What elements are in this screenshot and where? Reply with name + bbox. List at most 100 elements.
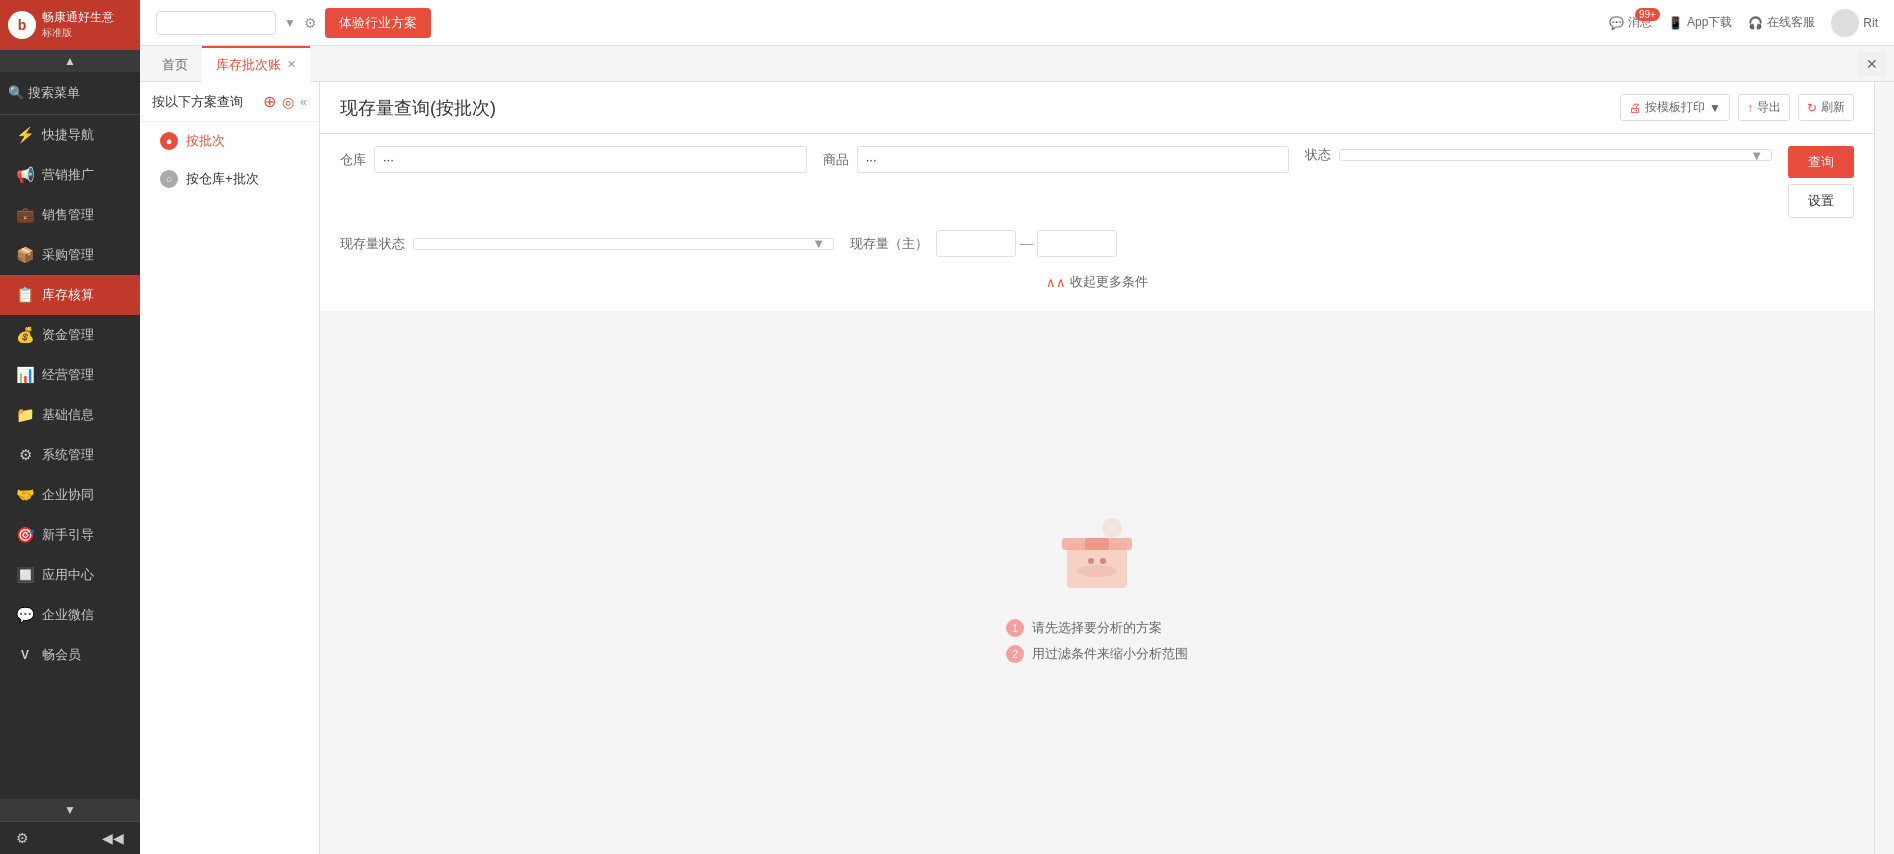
tab-inventory-batch[interactable]: 库存批次账 ✕ bbox=[202, 46, 310, 82]
warehouse-label: 仓库 bbox=[340, 151, 366, 169]
refresh-btn[interactable]: ↻ 刷新 bbox=[1798, 94, 1854, 121]
refresh-btn-label: 刷新 bbox=[1821, 99, 1845, 116]
empty-state: 1 请先选择要分析的方案 2 用过滤条件来缩小分析范围 bbox=[320, 312, 1874, 854]
inventory-status-dropdown[interactable]: ▼ bbox=[413, 238, 834, 250]
topbar-left: ▼ ⚙ 体验行业方案 bbox=[156, 8, 431, 38]
company-name: 畅康通好生意 bbox=[42, 10, 114, 26]
avatar bbox=[1831, 9, 1859, 37]
sidebar-item-operation[interactable]: 📊 经营管理 bbox=[0, 355, 140, 395]
export-btn[interactable]: ↑ 导出 bbox=[1738, 94, 1790, 121]
finance-icon: 💰 bbox=[16, 326, 34, 344]
headset-icon: 🎧 bbox=[1748, 16, 1763, 30]
product-input[interactable]: ··· bbox=[857, 146, 1290, 173]
tab-inventory-batch-label: 库存批次账 bbox=[216, 56, 281, 74]
operation-icon: 📊 bbox=[16, 366, 34, 384]
sidebar-brand: 畅康通好生意 标准版 bbox=[42, 10, 114, 40]
tab-close-icon[interactable]: ✕ bbox=[287, 58, 296, 71]
tab-home[interactable]: 首页 bbox=[148, 46, 202, 82]
status-filter-group: 状态 ▼ bbox=[1305, 146, 1772, 164]
app-download-action[interactable]: 📱 App下载 bbox=[1668, 14, 1732, 31]
left-panel-actions: ⊕ ◎ « bbox=[263, 92, 307, 111]
page-header: 现存量查询(按批次) 🖨 按模板打印 ▼ ↑ 导出 ↻ 刷新 bbox=[320, 82, 1874, 134]
quick-nav-icon: ⚡ bbox=[16, 126, 34, 144]
edition-label: 标准版 bbox=[42, 26, 114, 40]
sidebar-item-sales[interactable]: 💼 销售管理 bbox=[0, 195, 140, 235]
print-dropdown-icon: ▼ bbox=[1709, 101, 1721, 115]
svg-point-3 bbox=[1102, 518, 1122, 538]
sidebar-item-app-center[interactable]: 🔲 应用中心 bbox=[0, 555, 140, 595]
settings-btn[interactable]: 设置 bbox=[1788, 184, 1854, 218]
finance-label: 资金管理 bbox=[42, 326, 94, 344]
sidebar-item-new-user[interactable]: 🎯 新手引导 bbox=[0, 515, 140, 555]
status-dropdown[interactable]: ▼ bbox=[1339, 149, 1772, 161]
warehouse-dots: ··· bbox=[383, 152, 394, 167]
right-panel bbox=[1874, 82, 1894, 854]
sidebar-item-finance[interactable]: 💰 资金管理 bbox=[0, 315, 140, 355]
empty-tip-1: 1 请先选择要分析的方案 bbox=[1006, 619, 1188, 637]
close-panel-btn[interactable]: ✕ bbox=[1858, 52, 1886, 76]
sidebar-scroll-down[interactable]: ▼ bbox=[0, 799, 140, 821]
topbar: ▼ ⚙ 体验行业方案 💬 消息 99+ 📱 App下载 🎧 在线客服 Rit bbox=[140, 0, 1894, 46]
topbar-gear-icon[interactable]: ⚙ bbox=[304, 15, 317, 31]
left-panel-settings-icon[interactable]: ◎ bbox=[282, 94, 294, 110]
inventory-qty-filter-group: 现存量（主） — bbox=[850, 230, 1344, 257]
sidebar-item-marketing[interactable]: 📢 营销推广 bbox=[0, 155, 140, 195]
filter-row-1: 仓库 ··· 商品 ··· 状态 bbox=[340, 146, 1854, 218]
main-panel: 现存量查询(按批次) 🖨 按模板打印 ▼ ↑ 导出 ↻ 刷新 bbox=[320, 82, 1874, 854]
collapse-btn[interactable]: ∧∧ 收起更多条件 bbox=[340, 265, 1854, 299]
sidebar-item-purchase[interactable]: 📦 采购管理 bbox=[0, 235, 140, 275]
sidebar-item-quick-nav[interactable]: ⚡ 快捷导航 bbox=[0, 115, 140, 155]
new-user-label: 新手引导 bbox=[42, 526, 94, 544]
username-label: Rit bbox=[1863, 16, 1878, 30]
warehouse-input[interactable]: ··· bbox=[374, 146, 807, 173]
sidebar-item-enterprise[interactable]: 🤝 企业协同 bbox=[0, 475, 140, 515]
sidebar-item-member[interactable]: V 畅会员 bbox=[0, 635, 140, 675]
search-menu-label: 搜索菜单 bbox=[28, 84, 80, 102]
topbar-search-input[interactable] bbox=[156, 11, 276, 35]
messages-action[interactable]: 💬 消息 99+ bbox=[1609, 14, 1652, 31]
product-filter-group: 商品 ··· bbox=[823, 146, 1290, 173]
settings-footer-icon[interactable]: ⚙ bbox=[16, 830, 29, 846]
query-btn[interactable]: 查询 bbox=[1788, 146, 1854, 178]
left-panel-item-by-batch[interactable]: ● 按批次 bbox=[140, 122, 319, 160]
sidebar-item-basic-info[interactable]: 📁 基础信息 bbox=[0, 395, 140, 435]
sidebar-item-enterprise-wechat[interactable]: 💬 企业微信 bbox=[0, 595, 140, 635]
sales-label: 销售管理 bbox=[42, 206, 94, 224]
enterprise-wechat-icon: 💬 bbox=[16, 606, 34, 624]
status-dropdown-arrow: ▼ bbox=[1750, 148, 1763, 163]
topbar-dropdown-arrow[interactable]: ▼ bbox=[284, 16, 296, 30]
sidebar-item-inventory[interactable]: 📋 库存核算 bbox=[0, 275, 140, 315]
collapse-sidebar-icon[interactable]: ◀◀ bbox=[102, 830, 124, 846]
app-download-label: App下载 bbox=[1687, 14, 1732, 31]
inventory-qty-min-input[interactable] bbox=[936, 230, 1016, 257]
svg-point-5 bbox=[1088, 558, 1094, 564]
member-label: 畅会员 bbox=[42, 646, 81, 664]
purchase-icon: 📦 bbox=[16, 246, 34, 264]
content-area: 按以下方案查询 ⊕ ◎ « ● 按批次 ○ 按仓库+批次 现存量查询(按批次) bbox=[140, 82, 1894, 854]
basic-info-label: 基础信息 bbox=[42, 406, 94, 424]
inventory-label: 库存核算 bbox=[42, 286, 94, 304]
status-label: 状态 bbox=[1305, 146, 1331, 164]
inventory-qty-max-input[interactable] bbox=[1037, 230, 1117, 257]
print-btn[interactable]: 🖨 按模板打印 ▼ bbox=[1620, 94, 1730, 121]
user-profile-action[interactable]: Rit bbox=[1831, 9, 1878, 37]
experience-btn[interactable]: 体验行业方案 bbox=[325, 8, 431, 38]
export-btn-label: 导出 bbox=[1757, 99, 1781, 116]
page-actions: 🖨 按模板打印 ▼ ↑ 导出 ↻ 刷新 bbox=[1620, 94, 1854, 121]
left-panel-item-by-warehouse-batch[interactable]: ○ 按仓库+批次 bbox=[140, 160, 319, 198]
online-service-action[interactable]: 🎧 在线客服 bbox=[1748, 14, 1815, 31]
inventory-qty-label: 现存量（主） bbox=[850, 235, 928, 253]
warehouse-filter-group: 仓库 ··· bbox=[340, 146, 807, 173]
app-center-icon: 🔲 bbox=[16, 566, 34, 584]
left-panel: 按以下方案查询 ⊕ ◎ « ● 按批次 ○ 按仓库+批次 bbox=[140, 82, 320, 854]
collapse-row: ∧∧ 收起更多条件 bbox=[340, 265, 1854, 299]
sidebar-header: b 畅康通好生意 标准版 bbox=[0, 0, 140, 50]
tip-2-text: 用过滤条件来缩小分析范围 bbox=[1032, 645, 1188, 663]
left-panel-add-icon[interactable]: ⊕ bbox=[263, 92, 276, 111]
sidebar-scroll-up[interactable]: ▲ bbox=[0, 50, 140, 72]
left-panel-collapse-icon[interactable]: « bbox=[300, 95, 307, 109]
sidebar-item-sys-mgmt[interactable]: ⚙ 系统管理 bbox=[0, 435, 140, 475]
enterprise-icon: 🤝 bbox=[16, 486, 34, 504]
online-service-label: 在线客服 bbox=[1767, 14, 1815, 31]
search-menu-item[interactable]: 🔍 搜索菜单 bbox=[8, 80, 132, 106]
